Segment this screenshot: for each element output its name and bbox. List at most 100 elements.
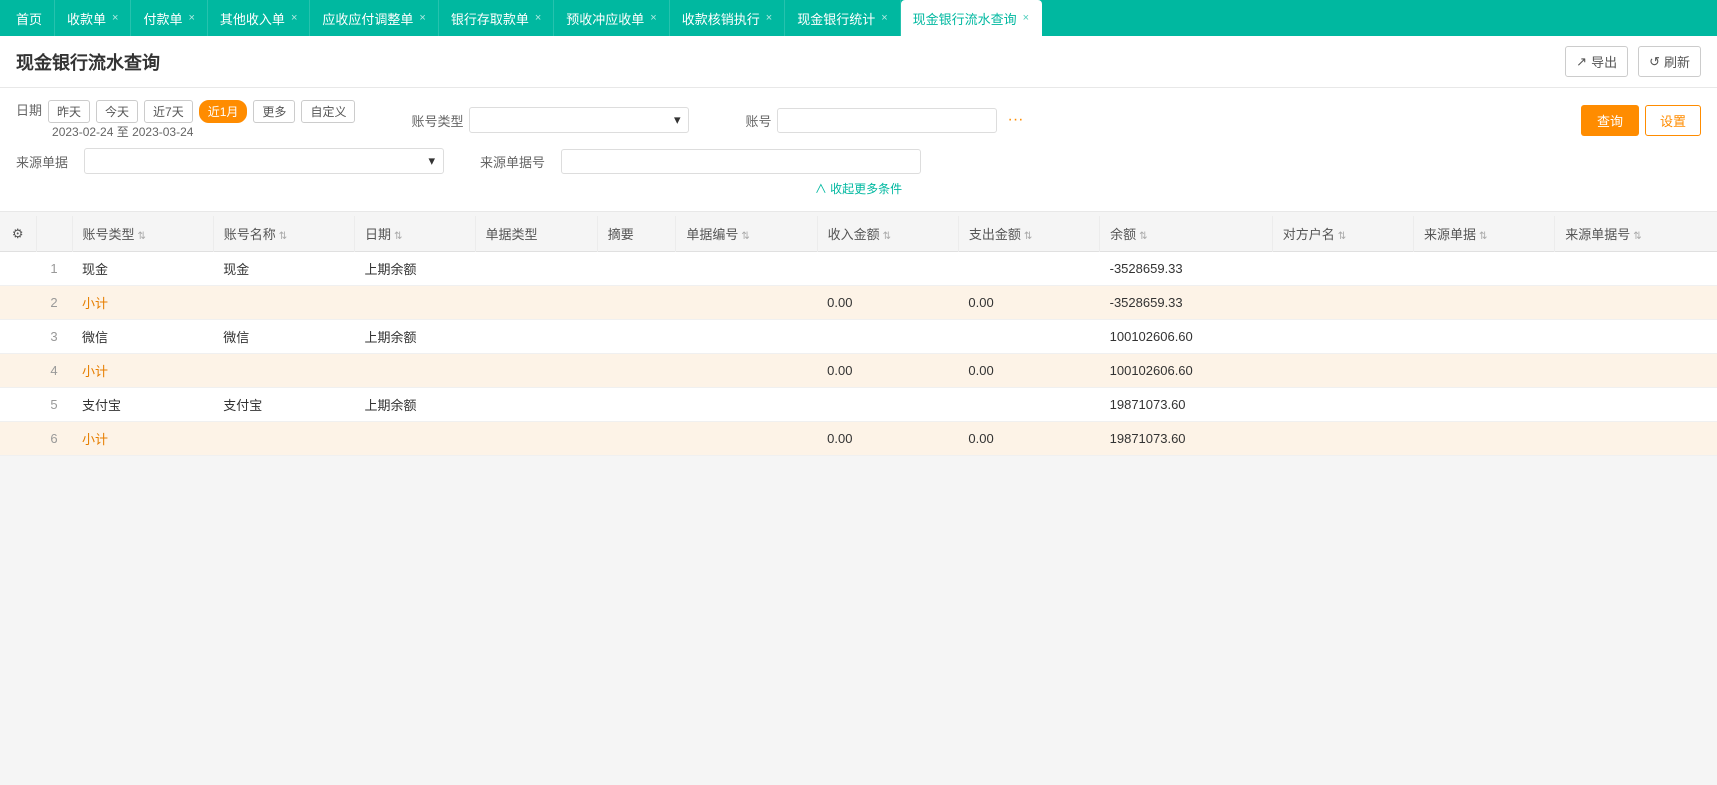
close-icon[interactable]: × — [188, 12, 194, 24]
date-range-display: 2023-02-24 至 2023-03-24 — [52, 123, 355, 140]
cell-income — [817, 252, 958, 286]
cell-doc-type — [475, 252, 597, 286]
close-icon[interactable]: × — [419, 12, 425, 24]
close-icon[interactable]: × — [1023, 12, 1029, 24]
cell-account-type: 小计 — [72, 286, 213, 320]
cell-source-doc — [1414, 388, 1555, 422]
col-account-name[interactable]: 账号名称⇅ — [213, 216, 354, 252]
date-btn-more[interactable]: 更多 — [253, 100, 295, 123]
nav-home[interactable]: 首页 — [4, 0, 55, 36]
date-options: 昨天 今天 近7天 近1月 更多 自定义 — [48, 100, 355, 123]
export-button[interactable]: ↗ 导出 — [1565, 46, 1628, 77]
col-doc-type: 单据类型 — [475, 216, 597, 252]
cell-expense — [958, 388, 1099, 422]
account-filter: 账号 ··· — [745, 108, 1027, 133]
close-icon[interactable]: × — [291, 12, 297, 24]
cell-doc-type — [475, 422, 597, 456]
cell-row-num: 4 — [36, 354, 72, 388]
nav-receipt[interactable]: 收款单 × — [55, 0, 131, 36]
date-btn-7days[interactable]: 近7天 — [144, 100, 193, 123]
account-type-filter: 账号类型 ▾ — [411, 107, 689, 133]
col-date[interactable]: 日期⇅ — [355, 216, 476, 252]
cell-account-name — [213, 422, 354, 456]
collapse-label: 收起更多条件 — [830, 182, 902, 196]
table-row: 4小计0.000.00100102606.60 — [0, 354, 1717, 388]
cell-row-num: 1 — [36, 252, 72, 286]
refresh-button[interactable]: ↺ 刷新 — [1638, 46, 1701, 77]
cell-balance: 19871073.60 — [1100, 422, 1273, 456]
action-buttons: 查询 设置 — [1581, 105, 1701, 136]
cell-doc-no — [676, 354, 817, 388]
close-icon[interactable]: × — [650, 12, 656, 24]
cell-account-name: 支付宝 — [213, 388, 354, 422]
cell-doc-no — [676, 252, 817, 286]
cell-row-num: 3 — [36, 320, 72, 354]
cell-doc-no — [676, 388, 817, 422]
cell-source-doc-no — [1555, 286, 1717, 320]
setting-button[interactable]: 设置 — [1645, 105, 1701, 136]
close-icon[interactable]: × — [112, 12, 118, 24]
table-row: 1现金现金上期余额-3528659.33 — [0, 252, 1717, 286]
cell-doc-no — [676, 320, 817, 354]
nav-payment[interactable]: 付款单 × — [131, 0, 207, 36]
cell-counterparty — [1272, 354, 1413, 388]
export-icon: ↗ — [1576, 54, 1587, 70]
col-source-doc[interactable]: 来源单据⇅ — [1414, 216, 1555, 252]
col-account-type[interactable]: 账号类型⇅ — [72, 216, 213, 252]
nav-other-income[interactable]: 其他收入单 × — [208, 0, 310, 36]
cell-doc-type — [475, 388, 597, 422]
date-btn-yesterday[interactable]: 昨天 — [48, 100, 90, 123]
cell-source-doc — [1414, 354, 1555, 388]
source-doc-label: 来源单据 — [16, 152, 68, 171]
account-input[interactable] — [777, 108, 997, 133]
date-btn-today[interactable]: 今天 — [96, 100, 138, 123]
cell-date: 上期余额 — [355, 388, 476, 422]
date-filter: 日期 昨天 今天 近7天 近1月 更多 自定义 2023-02-24 至 202… — [16, 100, 355, 140]
cell-income — [817, 320, 958, 354]
cell-doc-no — [676, 422, 817, 456]
close-icon[interactable]: × — [766, 12, 772, 24]
cell-doc-type — [475, 354, 597, 388]
date-label: 日期 — [16, 100, 42, 119]
close-icon[interactable]: × — [881, 12, 887, 24]
col-source-doc-no[interactable]: 来源单据号⇅ — [1555, 216, 1717, 252]
source-doc-select[interactable]: ▾ — [84, 148, 444, 174]
cell-account-type: 小计 — [72, 354, 213, 388]
cell-gear — [0, 286, 36, 320]
col-doc-no[interactable]: 单据编号⇅ — [676, 216, 817, 252]
col-expense[interactable]: 支出金额⇅ — [958, 216, 1099, 252]
date-btn-custom[interactable]: 自定义 — [301, 100, 355, 123]
cell-account-type: 小计 — [72, 422, 213, 456]
cell-source-doc-no — [1555, 354, 1717, 388]
nav-advance-offset[interactable]: 预收冲应收单 × — [554, 0, 669, 36]
col-gear[interactable]: ⚙ — [0, 216, 36, 252]
cell-balance: 100102606.60 — [1100, 320, 1273, 354]
close-icon[interactable]: × — [535, 12, 541, 24]
cell-date — [355, 354, 476, 388]
account-more-icon[interactable]: ··· — [1003, 111, 1027, 129]
account-type-label: 账号类型 — [411, 111, 463, 130]
cell-counterparty — [1272, 286, 1413, 320]
nav-receipt-exec[interactable]: 收款核销执行 × — [670, 0, 785, 36]
date-btn-1month[interactable]: 近1月 — [199, 100, 248, 123]
cell-balance: -3528659.33 — [1100, 286, 1273, 320]
source-doc-no-input[interactable] — [561, 149, 921, 174]
cell-source-doc — [1414, 422, 1555, 456]
account-type-select[interactable]: ▾ — [469, 107, 689, 133]
cell-summary — [597, 388, 676, 422]
table-row: 6小计0.000.0019871073.60 — [0, 422, 1717, 456]
query-button[interactable]: 查询 — [1581, 105, 1639, 136]
chevron-up-icon: ∧ — [815, 182, 827, 196]
nav-bank-deposit[interactable]: 银行存取款单 × — [439, 0, 554, 36]
col-counterparty[interactable]: 对方户名⇅ — [1272, 216, 1413, 252]
cell-expense — [958, 252, 1099, 286]
col-balance[interactable]: 余额⇅ — [1100, 216, 1273, 252]
cell-account-name — [213, 286, 354, 320]
nav-ar-ap-adjust[interactable]: 应收应付调整单 × — [310, 0, 438, 36]
collapse-bar[interactable]: ∧ 收起更多条件 — [16, 174, 1701, 199]
col-income[interactable]: 收入金额⇅ — [817, 216, 958, 252]
cell-date: 上期余额 — [355, 320, 476, 354]
nav-cash-bank-flow[interactable]: 现金银行流水查询 × — [901, 0, 1042, 36]
nav-cash-bank-stat[interactable]: 现金银行统计 × — [785, 0, 900, 36]
cell-account-name: 现金 — [213, 252, 354, 286]
